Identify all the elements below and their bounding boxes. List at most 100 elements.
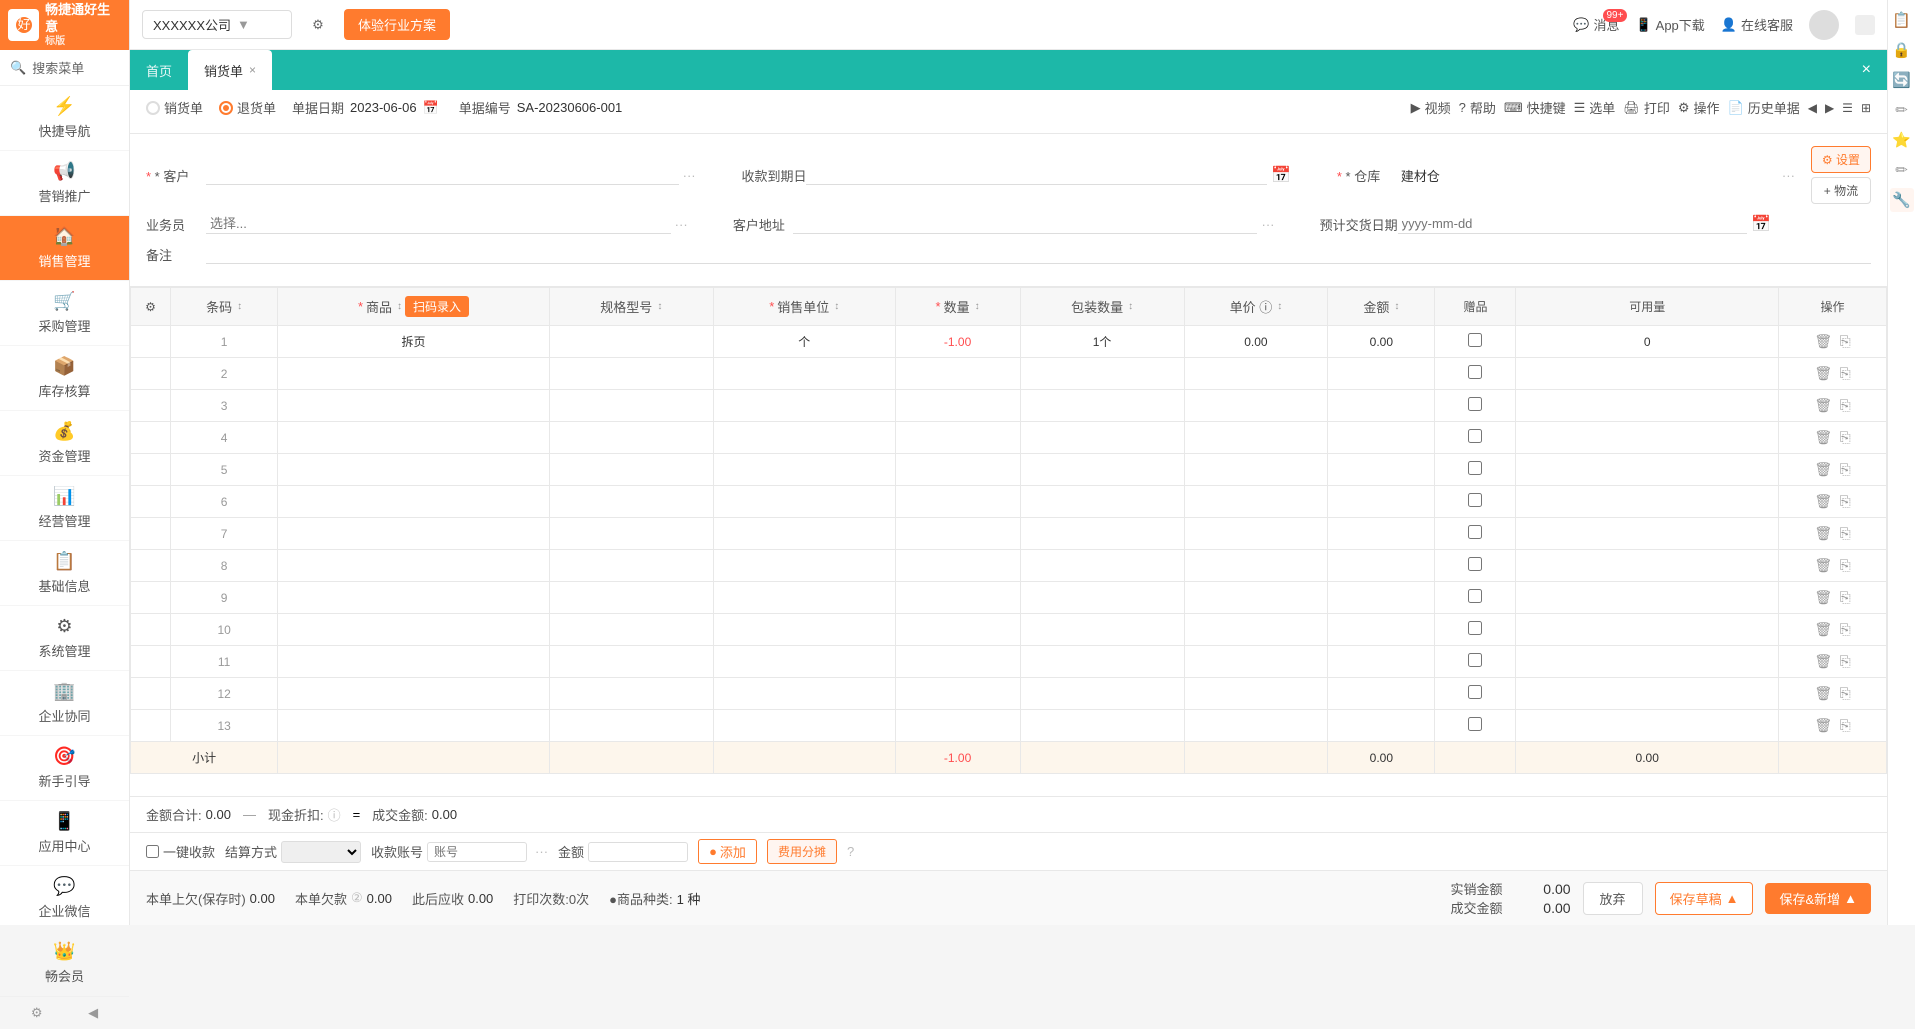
row-product-2[interactable] [278,390,550,422]
sort-spec[interactable]: ↕ [657,301,662,312]
sidebar-item-member[interactable]: 👑 畅会员 [0,931,129,996]
delete-row-4[interactable]: 🗑 [1814,461,1832,477]
tab-sales-order[interactable]: 销货单 × [188,50,272,90]
topbar-settings-button[interactable]: ⚙ [302,9,334,41]
tab-close-icon[interactable]: × [249,63,256,77]
delete-row-7[interactable]: 🗑 [1814,557,1832,573]
row-price-3[interactable] [1184,422,1328,454]
customer-input[interactable] [206,165,679,185]
row-pkg-4[interactable] [1020,454,1184,486]
row-spec-6[interactable] [549,518,713,550]
row-spec-0[interactable] [549,326,713,358]
tab-close-all[interactable]: × [1846,61,1887,79]
row-qty-11[interactable] [895,678,1020,710]
row-qty-0[interactable]: -1.00 [895,326,1020,358]
row-qty-9[interactable] [895,614,1020,646]
row-amount-6[interactable] [1328,518,1435,550]
row-pkg-3[interactable] [1020,422,1184,454]
row-product-10[interactable] [278,646,550,678]
right-panel-pencil-icon[interactable]: ✏ [1890,158,1914,182]
row-qty-7[interactable] [895,550,1020,582]
add-payment-button[interactable]: ● 添加 [698,839,757,864]
copy-row-10[interactable]: ⎘ [1839,653,1850,669]
table-wrapper[interactable]: ⚙ 条码↕ *商品↕ 扫码录入 规格型号↕ [130,287,1887,796]
salesperson-more-icon[interactable]: ··· [675,217,688,232]
user-avatar2[interactable] [1855,15,1875,35]
right-panel-star-icon[interactable]: ⭐ [1890,128,1914,152]
expected-delivery-input[interactable] [1398,214,1747,234]
address-more-icon[interactable]: ··· [1261,217,1274,232]
sidebar-item-basic[interactable]: 📋 基础信息 [0,541,129,606]
right-panel-clipboard-icon[interactable]: 📋 [1890,8,1914,32]
gift-checkbox-6[interactable] [1468,525,1482,539]
save-draft-button[interactable]: 保存草稿 ▲ [1655,882,1754,915]
row-amount-4[interactable] [1328,454,1435,486]
row-product-11[interactable] [278,678,550,710]
action-history[interactable]: 📄 历史单据 [1728,98,1800,117]
row-spec-9[interactable] [549,614,713,646]
payment-due-calendar-icon[interactable]: 📅 [1271,165,1291,185]
row-pkg-6[interactable] [1020,518,1184,550]
row-price-6[interactable] [1184,518,1328,550]
cash-discount-info[interactable]: ⓘ [328,805,341,824]
copy-row-11[interactable]: ⎘ [1839,685,1850,701]
sort-qty[interactable]: ↕ [975,301,980,312]
row-unit-3[interactable] [713,422,895,454]
action-next[interactable]: ▶ [1825,101,1834,115]
row-price-7[interactable] [1184,550,1328,582]
action-print[interactable]: 🖨 打印 [1623,98,1670,117]
row-pkg-10[interactable] [1020,646,1184,678]
sidebar-item-sales[interactable]: 🏠 销售管理 [0,216,129,281]
warehouse-more-icon[interactable]: ··· [1782,168,1795,183]
row-product-3[interactable] [278,422,550,454]
account-more-icon[interactable]: ··· [535,844,548,859]
sort-amount[interactable]: ↕ [1394,301,1399,312]
user-avatar[interactable] [1809,10,1839,40]
row-amount-2[interactable] [1328,390,1435,422]
row-product-9[interactable] [278,614,550,646]
row-unit-5[interactable] [713,486,895,518]
row-qty-1[interactable] [895,358,1020,390]
gift-checkbox-5[interactable] [1468,493,1482,507]
sidebar-item-quick-nav[interactable]: ⚡ 快捷导航 [0,86,129,151]
row-product-8[interactable] [278,582,550,614]
gift-checkbox-2[interactable] [1468,397,1482,411]
delete-row-10[interactable]: 🗑 [1814,653,1832,669]
delete-row-8[interactable]: 🗑 [1814,589,1832,605]
row-product-1[interactable] [278,358,550,390]
row-amount-12[interactable] [1328,710,1435,742]
delete-row-1[interactable]: 🗑 [1814,365,1832,381]
row-amount-8[interactable] [1328,582,1435,614]
salesperson-input[interactable] [206,214,671,234]
gift-checkbox-9[interactable] [1468,621,1482,635]
row-spec-11[interactable] [549,678,713,710]
copy-row-9[interactable]: ⎘ [1839,621,1850,637]
right-panel-edit-icon[interactable]: ✏ [1890,98,1914,122]
row-price-9[interactable] [1184,614,1328,646]
action-prev[interactable]: ◀ [1808,101,1817,115]
row-amount-0[interactable]: 0.00 [1328,326,1435,358]
gift-checkbox-8[interactable] [1468,589,1482,603]
one-click-payment-checkbox[interactable]: 一键收款 [146,842,215,861]
row-qty-4[interactable] [895,454,1020,486]
payment-account-input[interactable] [427,842,527,862]
sidebar-item-guide[interactable]: 🎯 新手引导 [0,736,129,801]
radio-sales-order[interactable]: 销货单 [146,98,203,117]
row-price-11[interactable] [1184,678,1328,710]
logistics-button[interactable]: + 物流 [1811,177,1871,204]
row-pkg-0[interactable]: 1个 [1020,326,1184,358]
experience-button[interactable]: 体验行业方案 [344,9,450,40]
sort-product[interactable]: ↕ [397,301,402,312]
row-spec-10[interactable] [549,646,713,678]
row-spec-8[interactable] [549,582,713,614]
tab-home[interactable]: 首页 [130,50,188,90]
setup-button[interactable]: ⚙ 设置 [1811,146,1871,173]
payment-due-input[interactable] [806,165,1267,185]
online-support-button[interactable]: 👤 在线客服 [1721,15,1793,34]
row-pkg-12[interactable] [1020,710,1184,742]
action-shortcut[interactable]: ⌨ 快捷键 [1504,98,1566,117]
row-pkg-7[interactable] [1020,550,1184,582]
payment-help-icon[interactable]: ? [847,844,854,859]
sidebar-settings-icon[interactable]: ⚙ [31,1005,43,1021]
row-qty-5[interactable] [895,486,1020,518]
